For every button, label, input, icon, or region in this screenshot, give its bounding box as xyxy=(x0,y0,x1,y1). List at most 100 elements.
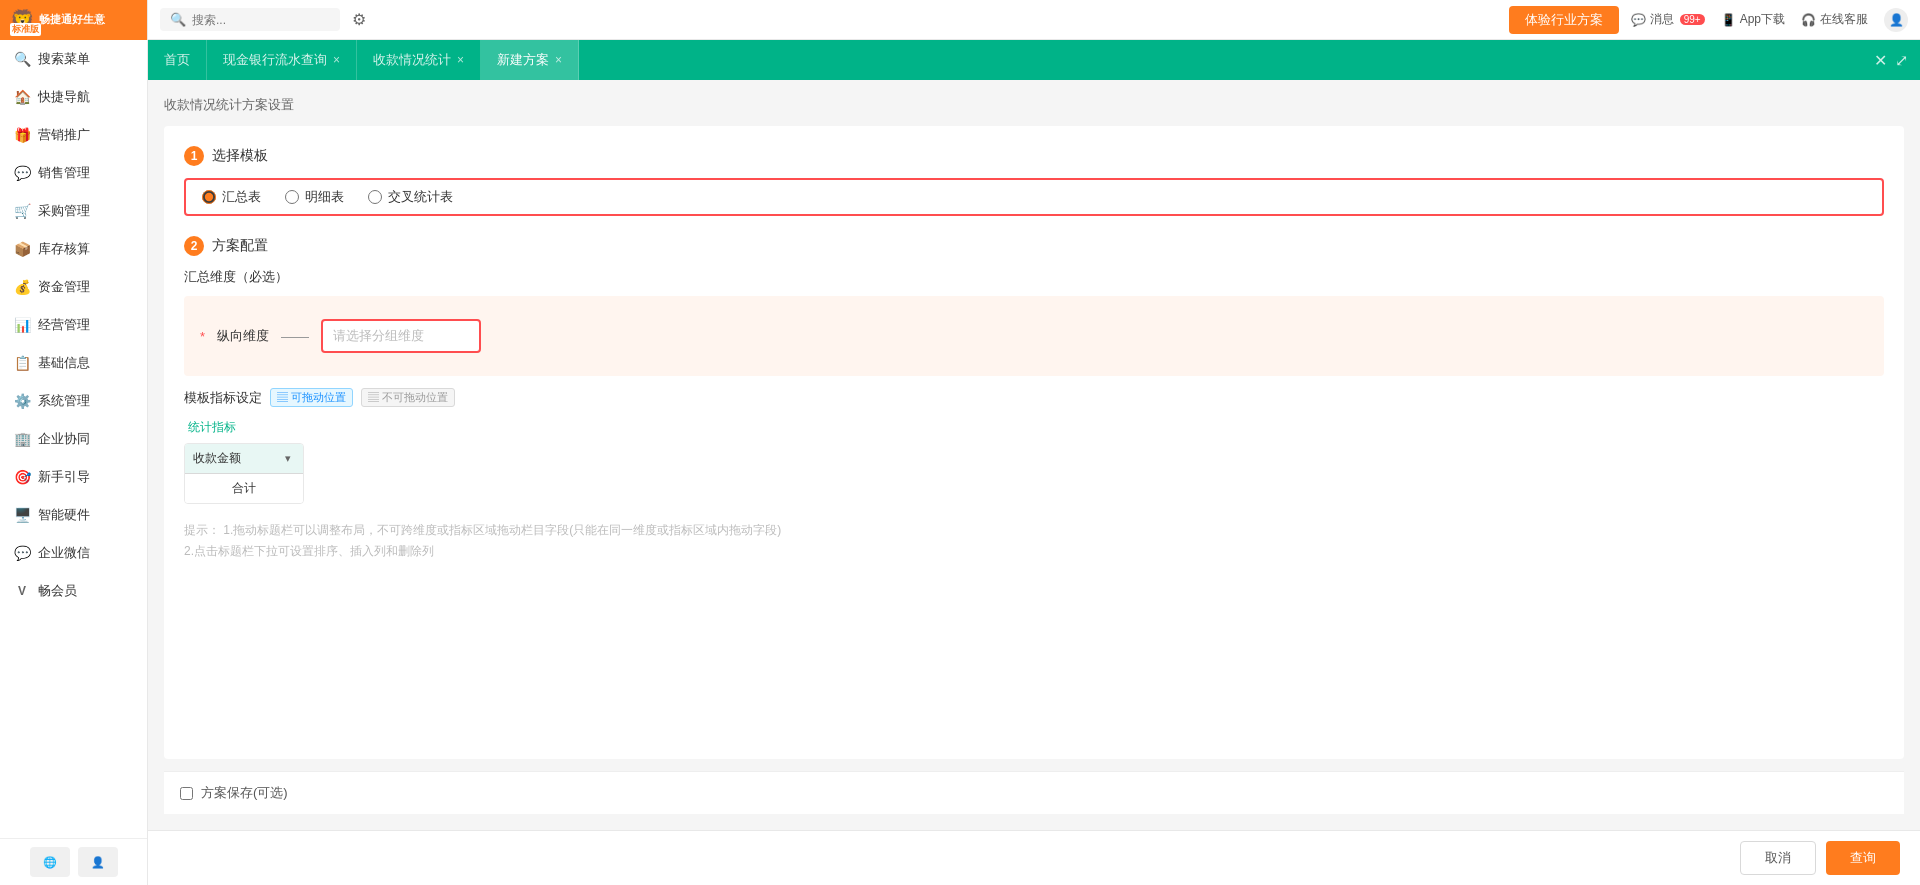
notification-badge: 99+ xyxy=(1680,14,1705,25)
hints-section: 提示： 1.拖动标题栏可以调整布局，不可跨维度或指标区域拖动栏目字段(只能在同一… xyxy=(184,522,1884,560)
radio-cross-input[interactable] xyxy=(368,190,382,204)
trial-button[interactable]: 体验行业方案 xyxy=(1509,6,1619,34)
radio-cross-label: 交叉统计表 xyxy=(388,188,453,206)
sidebar-item-operation[interactable]: 📊 经营管理 xyxy=(0,306,147,344)
search-icon: 🔍 xyxy=(170,12,186,27)
notification-action[interactable]: 💬 消息 99+ xyxy=(1631,11,1705,28)
sidebar-logo: 🦁 畅捷通好生意 标准版 xyxy=(0,0,147,40)
save-plan-checkbox[interactable] xyxy=(180,787,193,800)
sidebar-item-marketing[interactable]: 🎁 营销推广 xyxy=(0,116,147,154)
tab-home[interactable]: 首页 xyxy=(148,40,207,80)
settings-icon[interactable]: ⚙ xyxy=(352,10,366,29)
vertical-label: 纵向维度 xyxy=(217,327,269,345)
box-icon: 📦 xyxy=(14,241,30,257)
save-plan-label: 方案保存(可选) xyxy=(201,784,288,802)
tab-new-plan-close[interactable]: × xyxy=(555,53,562,67)
section-config: 2 方案配置 汇总维度（必选） * 纵向维度 —— 请选择分组维度 xyxy=(184,236,1884,560)
stat-section-title: 统计指标 xyxy=(188,419,236,436)
sidebar-item-guide[interactable]: 🎯 新手引导 xyxy=(0,458,147,496)
tab-collection[interactable]: 收款情况统计 × xyxy=(357,40,481,80)
maximize-window-icon[interactable]: ⤢ xyxy=(1895,51,1908,70)
download-icon: 📱 xyxy=(1721,13,1736,27)
sidebar-item-sales[interactable]: 💬 销售管理 xyxy=(0,154,147,192)
dimension-section: 汇总维度（必选） * 纵向维度 —— 请选择分组维度 xyxy=(184,268,1884,376)
notification-icon: 💬 xyxy=(1631,13,1646,27)
home-icon: 🏠 xyxy=(14,89,30,105)
sidebar-item-label: 销售管理 xyxy=(38,164,90,182)
sidebar-item-member[interactable]: V 畅会员 xyxy=(0,572,147,610)
topbar: 🔍 ⚙ 体验行业方案 💬 消息 99+ 📱 App下载 🎧 在线客服 👤 xyxy=(148,0,1920,40)
download-action[interactable]: 📱 App下载 xyxy=(1721,11,1785,28)
support-action[interactable]: 🎧 在线客服 xyxy=(1801,11,1868,28)
sidebar-item-wechat[interactable]: 💬 企业微信 xyxy=(0,534,147,572)
sidebar-item-inventory[interactable]: 📦 库存核算 xyxy=(0,230,147,268)
cart-icon: 🛒 xyxy=(14,203,30,219)
bottom-action-bar: 取消 查询 xyxy=(148,830,1920,885)
hint-1: 提示： 1.拖动标题栏可以调整布局，不可跨维度或指标区域拖动栏目字段(只能在同一… xyxy=(184,522,1884,539)
user-avatar[interactable]: 👤 xyxy=(1884,8,1908,32)
topbar-search-box[interactable]: 🔍 xyxy=(160,8,340,31)
sidebar-item-quick-nav[interactable]: 🏠 快捷导航 xyxy=(0,78,147,116)
metrics-section-title-row: 统计指标 xyxy=(184,417,304,443)
guide-icon: 🎯 xyxy=(14,469,30,485)
search-input[interactable] xyxy=(192,13,312,27)
sidebar-bottom-btn1[interactable]: 🌐 xyxy=(30,847,70,877)
arrow-icon: —— xyxy=(281,328,309,344)
sidebar-item-finance[interactable]: 💰 资金管理 xyxy=(0,268,147,306)
metrics-row-cell: 合计 xyxy=(185,474,303,503)
sidebar-item-label: 搜索菜单 xyxy=(38,50,90,68)
dropdown-icon[interactable]: ▾ xyxy=(285,452,291,465)
query-button[interactable]: 查询 xyxy=(1826,841,1900,875)
tab-collection-close[interactable]: × xyxy=(457,53,464,67)
cancel-button[interactable]: 取消 xyxy=(1740,841,1816,875)
sidebar-item-label: 库存核算 xyxy=(38,240,90,258)
section1-number: 1 xyxy=(184,146,204,166)
search-icon: 🔍 xyxy=(14,51,30,67)
plan-settings-card: 1 选择模板 汇总表 明细表 交叉统计表 xyxy=(164,126,1904,759)
section1-header: 1 选择模板 xyxy=(184,146,1884,166)
tabs-bar: 首页 现金银行流水查询 × 收款情况统计 × 新建方案 × ✕ ⤢ xyxy=(148,40,1920,80)
sidebar-item-search[interactable]: 🔍 搜索菜单 xyxy=(0,40,147,78)
sidebar-item-label: 快捷导航 xyxy=(38,88,90,106)
dimension-select[interactable]: 请选择分组维度 xyxy=(321,319,481,353)
radio-detail-label: 明细表 xyxy=(305,188,344,206)
gift-icon: 🎁 xyxy=(14,127,30,143)
draggable-badge: ▤ 可拖动位置 xyxy=(270,388,353,407)
dimension-group-label: 汇总维度（必选） xyxy=(184,268,1884,286)
support-label: 在线客服 xyxy=(1820,11,1868,28)
sidebar-item-system[interactable]: ⚙️ 系统管理 xyxy=(0,382,147,420)
sidebar-item-hardware[interactable]: 🖥️ 智能硬件 xyxy=(0,496,147,534)
sidebar-item-basic[interactable]: 📋 基础信息 xyxy=(0,344,147,382)
topbar-actions: 💬 消息 99+ 📱 App下载 🎧 在线客服 👤 xyxy=(1631,8,1908,32)
dimension-placeholder: 请选择分组维度 xyxy=(333,328,424,343)
tab-new-plan-label: 新建方案 xyxy=(497,51,549,69)
sidebar-item-purchase[interactable]: 🛒 采购管理 xyxy=(0,192,147,230)
tab-cashflow-close[interactable]: × xyxy=(333,53,340,67)
radio-summary[interactable]: 汇总表 xyxy=(202,188,261,206)
sidebar-item-label: 新手引导 xyxy=(38,468,90,486)
radio-detail[interactable]: 明细表 xyxy=(285,188,344,206)
tab-cashflow[interactable]: 现金银行流水查询 × xyxy=(207,40,357,80)
metrics-label-row: 模板指标设定 ▤ 可拖动位置 ▤ 不可拖动位置 xyxy=(184,388,1884,407)
metrics-column-label: 收款金额 xyxy=(193,450,241,467)
basic-icon: 📋 xyxy=(14,355,30,371)
metrics-grid-wrapper: 统计指标 收款金额 ▾ 合计 xyxy=(184,417,1884,504)
support-icon: 🎧 xyxy=(1801,13,1816,27)
sidebar-item-enterprise[interactable]: 🏢 企业协同 xyxy=(0,420,147,458)
hint-2: 2.点击标题栏下拉可设置排序、插入列和删除列 xyxy=(184,543,1884,560)
radio-summary-input[interactable] xyxy=(202,190,216,204)
sidebar-item-label: 营销推广 xyxy=(38,126,90,144)
radio-cross[interactable]: 交叉统计表 xyxy=(368,188,453,206)
money-icon: 💰 xyxy=(14,279,30,295)
section-template: 1 选择模板 汇总表 明细表 交叉统计表 xyxy=(184,146,1884,216)
tab-new-plan[interactable]: 新建方案 × xyxy=(481,40,579,80)
sidebar-item-label: 资金管理 xyxy=(38,278,90,296)
metrics-column-header[interactable]: 收款金额 ▾ xyxy=(185,444,303,474)
close-window-icon[interactable]: ✕ xyxy=(1874,51,1887,70)
metrics-section: 模板指标设定 ▤ 可拖动位置 ▤ 不可拖动位置 xyxy=(184,388,1884,560)
metrics-table: 收款金额 ▾ 合计 xyxy=(184,443,304,504)
radio-detail-input[interactable] xyxy=(285,190,299,204)
sidebar-bottom-btn2[interactable]: 👤 xyxy=(78,847,118,877)
undraggable-badge-icon: ▤ xyxy=(368,391,379,403)
version-badge: 标准版 xyxy=(10,23,41,36)
